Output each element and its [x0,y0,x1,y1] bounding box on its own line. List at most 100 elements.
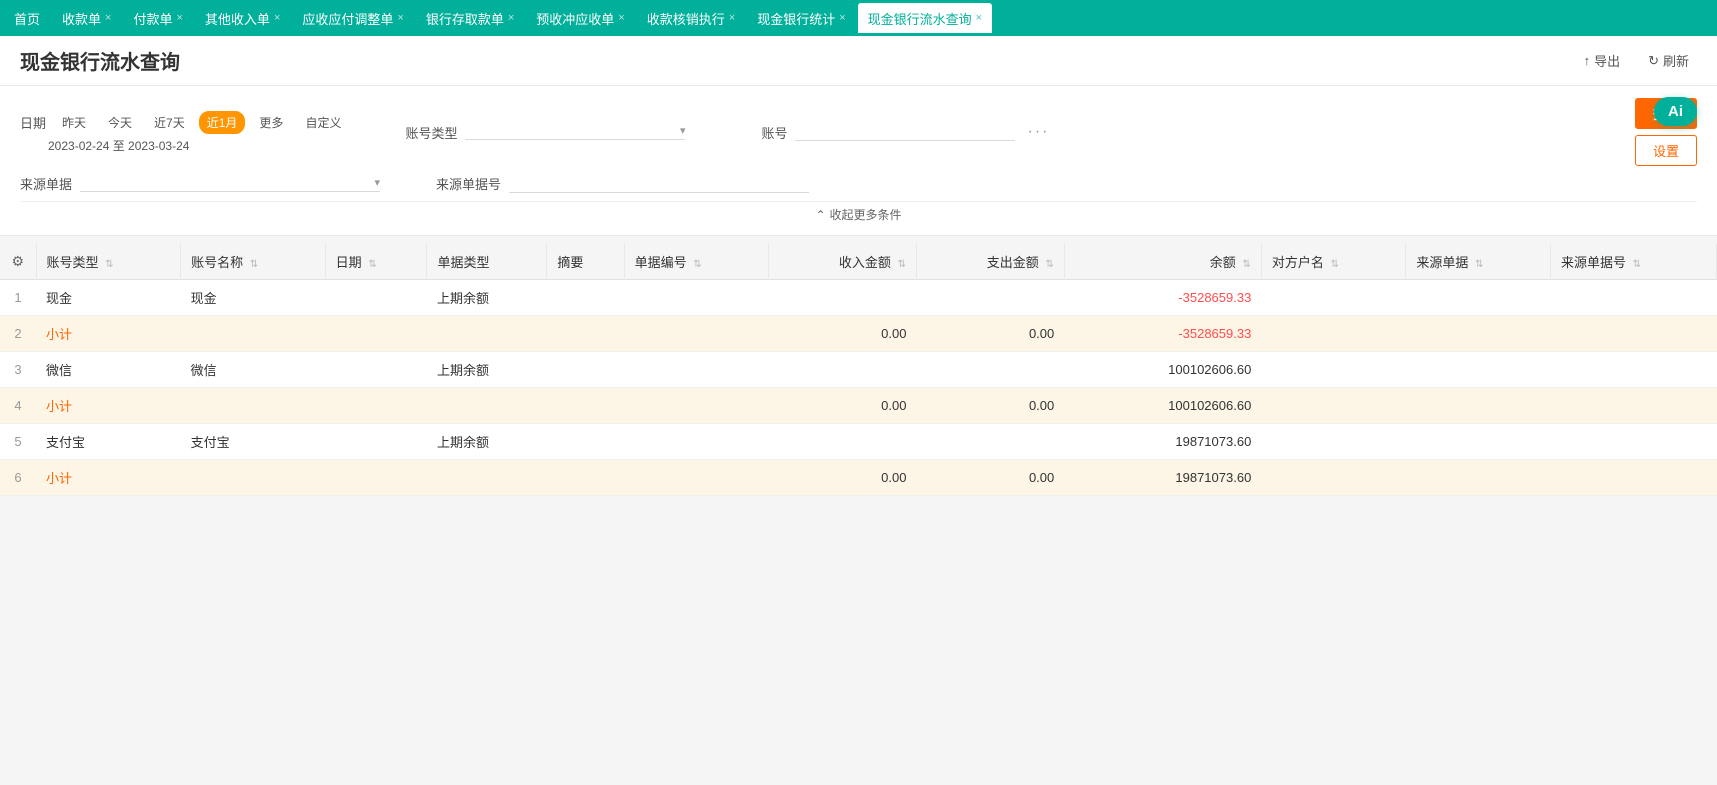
nav-tab-2[interactable]: 其他收入单 × [195,3,290,33]
source-doc-no-wrapper [509,175,809,193]
col-source-doc[interactable]: 来源单据 ⇅ [1406,244,1551,280]
table-container: ⚙ 账号类型 ⇅ 账号名称 ⇅ 日期 ⇅ 单据类型 摘要 [0,244,1717,496]
nav-tab-close-8[interactable]: × [976,12,982,24]
date-label: 日期 [20,113,46,132]
source-doc-cell [1406,280,1551,316]
date-btn-1month[interactable]: 近1月 [199,111,246,134]
account-more-icon[interactable]: ··· [1023,123,1053,141]
nav-tab-close-4[interactable]: × [508,12,514,24]
source-doc-cell [1406,388,1551,424]
counterpart-cell [1261,388,1406,424]
doc-no-cell [624,460,769,496]
col-balance[interactable]: 余额 ⇅ [1064,244,1261,280]
table-body: 1现金现金上期余额-3528659.332小计0.000.00-3528659.… [0,280,1717,496]
ai-badge[interactable]: Ai [1654,97,1697,126]
summary-cell [547,424,624,460]
account-type-select[interactable]: ▾ [465,124,685,140]
row-num-cell: 5 [0,424,36,460]
export-button[interactable]: ↑ 导出 [1576,47,1629,74]
nav-home-label: 首页 [14,9,40,28]
nav-tab-8[interactable]: 现金银行流水查询 × [858,3,992,33]
export-icon: ↑ [1584,53,1591,68]
income-cell: 0.00 [769,460,917,496]
header-actions: ↑ 导出 ↻ 刷新 [1576,47,1697,74]
account-input-wrapper [795,123,1015,141]
doc-no-cell [624,280,769,316]
expense-cell [916,424,1064,460]
nav-tab-0[interactable]: 收款单 × [52,3,121,33]
source-doc-cell [1406,316,1551,352]
filter-row-2: 来源单据 ▾ 来源单据号 [20,174,1697,193]
nav-tab-5[interactable]: 预收冲应收单 × [526,3,634,33]
source-doc-no-cell [1550,460,1716,496]
nav-tab-close-0[interactable]: × [105,12,111,24]
counterpart-cell [1261,316,1406,352]
date-cell [325,352,427,388]
account-input[interactable] [795,123,1015,138]
settings-button[interactable]: 设置 [1635,135,1697,166]
doc-no-cell [624,388,769,424]
sort-icon-account-name: ⇅ [250,259,258,270]
nav-tab-close-5[interactable]: × [618,12,624,24]
col-account-type[interactable]: 账号类型 ⇅ [36,244,181,280]
refresh-button[interactable]: ↻ 刷新 [1640,47,1697,74]
nav-tab-1[interactable]: 付款单 × [123,3,192,33]
expense-cell: 0.00 [916,388,1064,424]
doc-type-cell [427,316,547,352]
sort-icon-income: ⇅ [898,259,906,270]
nav-tab-label-5: 预收冲应收单 [536,9,614,28]
summary-cell [547,460,624,496]
source-doc-select[interactable]: ▾ [80,176,380,192]
date-btn-custom[interactable]: 自定义 [297,111,349,134]
col-doc-type-label: 单据类型 [437,255,489,270]
collapse-bar[interactable]: ⌃ 收起更多条件 [20,201,1697,227]
account-label: 账号 [761,123,787,142]
nav-tab-close-2[interactable]: × [274,12,280,24]
col-doc-no[interactable]: 单据编号 ⇅ [624,244,769,280]
date-btn-7days[interactable]: 近7天 [146,111,193,134]
date-cell [325,316,427,352]
summary-cell [547,388,624,424]
nav-tab-label-2: 其他收入单 [205,9,270,28]
balance-cell: -3528659.33 [1064,280,1261,316]
col-source-doc-no[interactable]: 来源单据号 ⇅ [1550,244,1716,280]
col-account-name[interactable]: 账号名称 ⇅ [181,244,326,280]
balance-cell: 19871073.60 [1064,460,1261,496]
nav-tab-close-6[interactable]: × [729,12,735,24]
sort-icon-source-doc: ⇅ [1475,259,1483,270]
counterpart-cell [1261,460,1406,496]
col-doc-type[interactable]: 单据类型 [427,244,547,280]
expense-cell [916,280,1064,316]
nav-tab-close-1[interactable]: × [176,12,182,24]
table-settings-header[interactable]: ⚙ [0,244,36,280]
nav-tab-close-7[interactable]: × [839,12,845,24]
nav-tab-close-3[interactable]: × [397,12,403,24]
col-income[interactable]: 收入金额 ⇅ [769,244,917,280]
date-btn-more[interactable]: 更多 [251,111,291,134]
doc-type-cell: 上期余额 [427,424,547,460]
source-doc-no-input[interactable] [509,175,809,190]
summary-cell [547,316,624,352]
col-counterpart[interactable]: 对方户名 ⇅ [1261,244,1406,280]
nav-tab-3[interactable]: 应收应付调整单 × [292,3,413,33]
counterpart-cell [1261,352,1406,388]
nav-tab-label-0: 收款单 [62,9,101,28]
col-summary[interactable]: 摘要 [547,244,624,280]
nav-tab-4[interactable]: 银行存取款单 × [416,3,524,33]
income-cell [769,280,917,316]
nav-home[interactable]: 首页 [4,3,50,33]
row-num-cell: 6 [0,460,36,496]
date-btn-yesterday[interactable]: 昨天 [54,111,94,134]
col-date[interactable]: 日期 ⇅ [325,244,427,280]
row-num-cell: 1 [0,280,36,316]
table-settings-icon[interactable]: ⚙ [11,253,24,269]
table-row: 3微信微信上期余额100102606.60 [0,352,1717,388]
col-expense[interactable]: 支出金额 ⇅ [916,244,1064,280]
nav-tab-6[interactable]: 收款核销执行 × [637,3,745,33]
nav-tab-7[interactable]: 现金银行统计 × [747,3,855,33]
sort-icon-doc-no: ⇅ [693,259,701,270]
refresh-icon: ↻ [1648,53,1659,69]
source-doc-no-cell [1550,388,1716,424]
col-income-label: 收入金额 [839,255,891,270]
date-btn-today[interactable]: 今天 [100,111,140,134]
